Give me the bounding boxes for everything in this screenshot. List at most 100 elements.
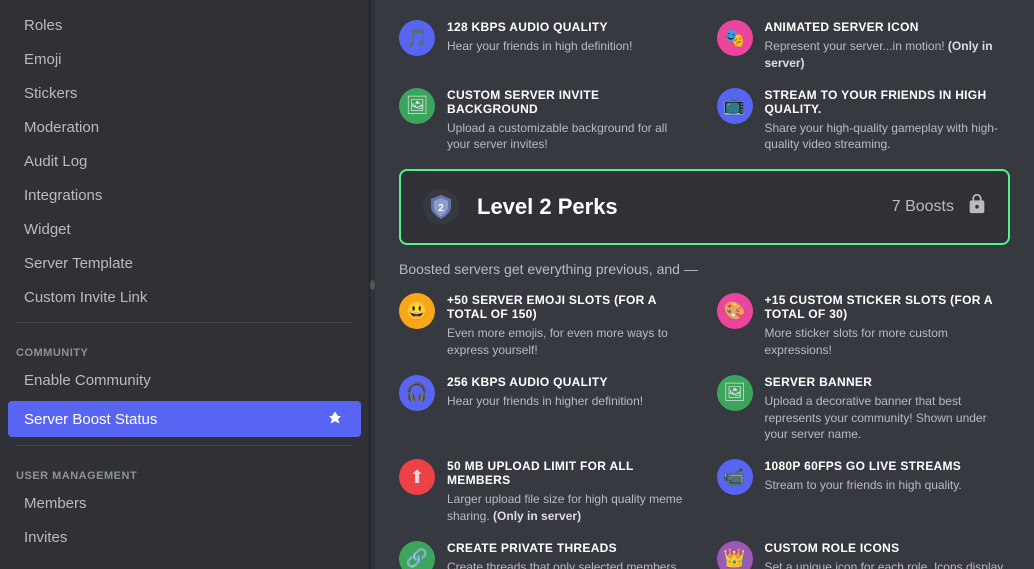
sidebar-item-label: Server Boost Status bbox=[24, 411, 157, 428]
sidebar-item-integrations[interactable]: Integrations bbox=[8, 179, 361, 212]
sidebar-item-label: Custom Invite Link bbox=[24, 289, 147, 306]
perk-title-stream: STREAM TO YOUR FRIENDS IN HIGH QUALITY. bbox=[765, 88, 1011, 116]
prev-perks-row1: 🎵 128 KBPS AUDIO QUALITY Hear your frien… bbox=[399, 20, 1010, 72]
perk-title-audio-128: 128 KBPS AUDIO QUALITY bbox=[447, 20, 632, 34]
perk-icon-invite-bg: 🖼 bbox=[399, 88, 435, 124]
perk-item-emoji-slots: 😃 +50 SERVER EMOJI SLOTS (FOR A TOTAL OF… bbox=[399, 293, 693, 359]
perk-title-role-icons: CUSTOM ROLE ICONS bbox=[765, 541, 1011, 555]
sidebar-item-server-template[interactable]: Server Template bbox=[8, 247, 361, 280]
sidebar-item-stickers[interactable]: Stickers bbox=[8, 77, 361, 110]
sidebar-item-moderation[interactable]: Moderation bbox=[8, 111, 361, 144]
perk-title-audio-256: 256 KBPS AUDIO QUALITY bbox=[447, 375, 643, 389]
sidebar-item-invites[interactable]: Invites bbox=[8, 521, 361, 554]
sidebar-item-label: Stickers bbox=[24, 85, 77, 102]
perk-desc-role-icons: Set a unique icon for each role. Icons d… bbox=[765, 559, 1011, 569]
sidebar: Roles Emoji Stickers Moderation Audit Lo… bbox=[0, 0, 370, 569]
scroll-handle-container bbox=[370, 0, 375, 569]
sidebar-item-label: Moderation bbox=[24, 119, 99, 136]
sidebar-item-label: Members bbox=[24, 495, 87, 512]
main-content: 🎵 128 KBPS AUDIO QUALITY Hear your frien… bbox=[375, 0, 1034, 569]
nitro-boost-icon bbox=[326, 410, 344, 428]
perk-desc-emoji: Even more emojis, for even more ways to … bbox=[447, 325, 693, 359]
lock-icon bbox=[966, 193, 988, 221]
perk-desc-stream: Share your high-quality gameplay with hi… bbox=[765, 120, 1011, 154]
sidebar-item-label: Roles bbox=[24, 17, 62, 34]
perk-item-upload: ⬆ 50 MB UPLOAD LIMIT FOR ALL MEMBERS Lar… bbox=[399, 459, 693, 525]
perk-desc-audio-256: Hear your friends in higher definition! bbox=[447, 393, 643, 410]
sidebar-item-members[interactable]: Members bbox=[8, 487, 361, 520]
sidebar-section-community: COMMUNITY bbox=[0, 331, 369, 363]
perk-icon-audio-128: 🎵 bbox=[399, 20, 435, 56]
perk-content-upload: 50 MB UPLOAD LIMIT FOR ALL MEMBERS Large… bbox=[447, 459, 693, 525]
sidebar-divider-1 bbox=[16, 322, 353, 323]
perk-content-banner: SERVER BANNER Upload a decorative banner… bbox=[765, 375, 1011, 443]
perk-content-golive: 1080P 60FPS GO LIVE STREAMS Stream to yo… bbox=[765, 459, 962, 494]
level-card-title: Level 2 Perks bbox=[477, 194, 892, 220]
perk-item-private-threads: 🔗 CREATE PRIVATE THREADS Create threads … bbox=[399, 541, 693, 569]
level-card-icon: 2 bbox=[421, 187, 461, 227]
sidebar-item-custom-invite-link[interactable]: Custom Invite Link bbox=[8, 281, 361, 314]
sidebar-item-label: Widget bbox=[24, 221, 71, 238]
level-card: 2 Level 2 Perks 7 Boosts bbox=[399, 169, 1010, 245]
perk-icon-threads: 🔗 bbox=[399, 541, 435, 569]
perk-content-invite-bg: CUSTOM SERVER INVITE BACKGROUND Upload a… bbox=[447, 88, 693, 154]
perk-content-audio-256: 256 KBPS AUDIO QUALITY Hear your friends… bbox=[447, 375, 643, 410]
perk-item-audio-256: 🎧 256 KBPS AUDIO QUALITY Hear your frien… bbox=[399, 375, 693, 443]
perk-content-role-icons: CUSTOM ROLE ICONS Set a unique icon for … bbox=[765, 541, 1011, 569]
perk-desc-threads: Create threads that only selected member… bbox=[447, 559, 693, 569]
sidebar-item-widget[interactable]: Widget bbox=[8, 213, 361, 246]
perk-desc-bold-upload: (Only in server) bbox=[493, 509, 581, 523]
sidebar-item-roles[interactable]: Roles bbox=[8, 9, 361, 42]
perk-content-sticker: +15 CUSTOM STICKER SLOTS (FOR A TOTAL OF… bbox=[765, 293, 1011, 359]
perk-title-banner: SERVER BANNER bbox=[765, 375, 1011, 389]
level-card-boosts: 7 Boosts bbox=[892, 198, 954, 216]
sidebar-item-emoji[interactable]: Emoji bbox=[8, 43, 361, 76]
level2-shield-icon: 2 bbox=[423, 189, 459, 225]
perk-icon-sticker: 🎨 bbox=[717, 293, 753, 329]
perks-grid: 😃 +50 SERVER EMOJI SLOTS (FOR A TOTAL OF… bbox=[399, 293, 1010, 569]
sidebar-item-label: Enable Community bbox=[24, 372, 151, 389]
perk-title-animated: ANIMATED SERVER ICON bbox=[765, 20, 1011, 34]
perk-desc-sticker: More sticker slots for more custom expre… bbox=[765, 325, 1011, 359]
perks-intro: Boosted servers get everything previous,… bbox=[399, 261, 1010, 277]
perk-icon-audio-256: 🎧 bbox=[399, 375, 435, 411]
perk-icon-golive: 📹 bbox=[717, 459, 753, 495]
svg-text:2: 2 bbox=[438, 203, 444, 214]
sidebar-item-label: Invites bbox=[24, 529, 67, 546]
sidebar-divider-2 bbox=[16, 445, 353, 446]
sidebar-item-server-boost-status[interactable]: Server Boost Status bbox=[8, 401, 361, 437]
perk-title-upload: 50 MB UPLOAD LIMIT FOR ALL MEMBERS bbox=[447, 459, 693, 487]
perk-content-stream: STREAM TO YOUR FRIENDS IN HIGH QUALITY. … bbox=[765, 88, 1011, 154]
perk-content-threads: CREATE PRIVATE THREADS Create threads th… bbox=[447, 541, 693, 569]
perk-item-golive: 📹 1080P 60FPS GO LIVE STREAMS Stream to … bbox=[717, 459, 1011, 525]
perk-desc-golive: Stream to your friends in high quality. bbox=[765, 477, 962, 494]
perk-title-sticker: +15 CUSTOM STICKER SLOTS (FOR A TOTAL OF… bbox=[765, 293, 1011, 321]
perk-item-stream-hq: 📺 STREAM TO YOUR FRIENDS IN HIGH QUALITY… bbox=[717, 88, 1011, 154]
perk-title-golive: 1080P 60FPS GO LIVE STREAMS bbox=[765, 459, 962, 473]
perk-desc-animated: Represent your server...in motion! (Only… bbox=[765, 38, 1011, 72]
perk-icon-stream: 📺 bbox=[717, 88, 753, 124]
perk-desc-upload: Larger upload file size for high quality… bbox=[447, 491, 693, 525]
perk-content-emoji: +50 SERVER EMOJI SLOTS (FOR A TOTAL OF 1… bbox=[447, 293, 693, 359]
sidebar-section-user-management: USER MANAGEMENT bbox=[0, 454, 369, 486]
scroll-handle bbox=[370, 280, 375, 290]
perk-item-invite-bg: 🖼 CUSTOM SERVER INVITE BACKGROUND Upload… bbox=[399, 88, 693, 154]
perk-desc-text-animated: Represent your server...in motion! bbox=[765, 39, 948, 53]
sidebar-item-label: Audit Log bbox=[24, 153, 87, 170]
perk-desc-banner: Upload a decorative banner that best rep… bbox=[765, 393, 1011, 443]
perk-desc-audio-128: Hear your friends in high definition! bbox=[447, 38, 632, 55]
sidebar-item-audit-log[interactable]: Audit Log bbox=[8, 145, 361, 178]
perk-icon-upload: ⬆ bbox=[399, 459, 435, 495]
sidebar-item-enable-community[interactable]: Enable Community bbox=[8, 364, 361, 397]
prev-perks-row2: 🖼 CUSTOM SERVER INVITE BACKGROUND Upload… bbox=[399, 88, 1010, 154]
perk-icon-animated: 🎭 bbox=[717, 20, 753, 56]
perk-title-invite-bg: CUSTOM SERVER INVITE BACKGROUND bbox=[447, 88, 693, 116]
perk-content-animated: ANIMATED SERVER ICON Represent your serv… bbox=[765, 20, 1011, 72]
perk-icon-emoji: 😃 bbox=[399, 293, 435, 329]
perk-item-animated-icon: 🎭 ANIMATED SERVER ICON Represent your se… bbox=[717, 20, 1011, 72]
perk-icon-banner: 🖼 bbox=[717, 375, 753, 411]
perk-content-audio-128: 128 KBPS AUDIO QUALITY Hear your friends… bbox=[447, 20, 632, 55]
perk-item-banner: 🖼 SERVER BANNER Upload a decorative bann… bbox=[717, 375, 1011, 443]
perk-title-threads: CREATE PRIVATE THREADS bbox=[447, 541, 693, 555]
perk-title-emoji: +50 SERVER EMOJI SLOTS (FOR A TOTAL OF 1… bbox=[447, 293, 693, 321]
